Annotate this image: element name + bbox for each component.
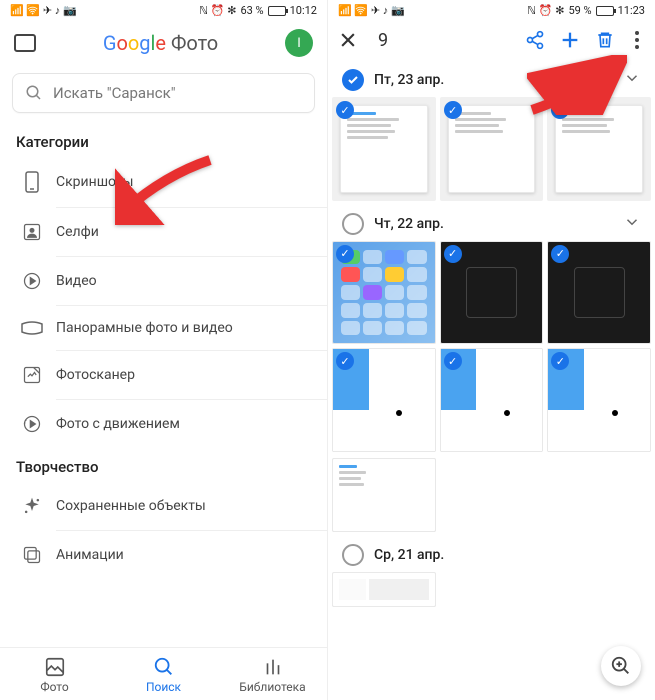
date-group-1[interactable]: Пт, 23 апр.: [328, 61, 655, 97]
library-icon: [262, 656, 284, 678]
status-bar-left: 📶 🛜 ✈ ♪ 📷 ℕ ⏰ ✻63 % 10:12: [0, 0, 327, 19]
photo-thumb[interactable]: ✓: [547, 241, 651, 345]
status-bar-right: 📶 🛜 ✈ ♪ 📷 ℕ ⏰ ✻59 % 11:23: [328, 0, 655, 19]
app-header: Google Фото I: [0, 19, 327, 67]
photo-grid-2: ✓ ✓ ✓ ✓ ✓ ✓: [328, 241, 655, 456]
chevron-down-icon[interactable]: [623, 213, 641, 235]
check-empty-icon[interactable]: [342, 213, 364, 235]
creative-saved[interactable]: Сохраненные объекты: [0, 482, 327, 530]
messages-icon[interactable]: [14, 34, 36, 52]
photo-thumb[interactable]: [332, 572, 436, 607]
add-icon[interactable]: [559, 29, 581, 51]
section-creative: Творчество: [0, 448, 327, 482]
date-group-3[interactable]: Ср, 21 апр.: [328, 536, 655, 572]
category-selfie[interactable]: Селфи: [0, 208, 327, 256]
person-icon: [18, 222, 46, 242]
zoom-fab[interactable]: [601, 646, 641, 686]
selection-header: 9: [328, 19, 655, 61]
creative-animations[interactable]: Анимации: [0, 531, 327, 579]
category-video[interactable]: Видео: [0, 257, 327, 305]
selection-count: 9: [372, 30, 511, 51]
photo-thumb[interactable]: ✓: [547, 97, 651, 201]
sparkle-icon: [18, 496, 46, 516]
bottom-nav: Фото Поиск Библиотека: [0, 647, 327, 700]
more-icon[interactable]: [629, 30, 645, 50]
photo-thumb[interactable]: ✓: [332, 348, 436, 452]
zoom-in-icon: [610, 655, 632, 677]
chevron-down-icon[interactable]: [623, 69, 641, 91]
category-panorama[interactable]: Панорамные фото и видео: [0, 306, 327, 350]
scan-icon: [18, 365, 46, 385]
search-placeholder: Искать "Саранск": [53, 84, 176, 102]
close-icon[interactable]: [338, 30, 358, 50]
search-nav-icon: [153, 656, 175, 678]
phone-icon: [18, 171, 46, 193]
photo-thumb[interactable]: ✓: [547, 348, 651, 452]
category-screenshots[interactable]: Скриншоты: [0, 157, 327, 207]
avatar[interactable]: I: [285, 29, 313, 57]
play-icon: [18, 271, 46, 291]
panorama-icon: [18, 321, 46, 335]
burst-icon: [18, 545, 46, 565]
photo-grid-3: [328, 458, 655, 536]
selection-screen: 📶 🛜 ✈ ♪ 📷 ℕ ⏰ ✻59 % 11:23 9 Пт, 23 апр. …: [328, 0, 655, 700]
section-categories: Категории: [0, 123, 327, 157]
photo-thumb[interactable]: ✓: [332, 241, 436, 345]
search-icon: [25, 84, 43, 102]
nav-library[interactable]: Библиотека: [218, 648, 327, 700]
share-icon[interactable]: [525, 30, 545, 50]
nav-photo[interactable]: Фото: [0, 648, 109, 700]
search-screen: 📶 🛜 ✈ ♪ 📷 ℕ ⏰ ✻63 % 10:12 Google Фото I …: [0, 0, 328, 700]
photo-thumb[interactable]: ✓: [440, 241, 544, 345]
date-group-2[interactable]: Чт, 22 апр.: [328, 205, 655, 241]
search-input[interactable]: Искать "Саранск": [12, 73, 315, 113]
check-icon[interactable]: [342, 69, 364, 91]
photo-icon: [44, 656, 66, 678]
photo-thumb[interactable]: ✓: [440, 348, 544, 452]
photo-grid-1: ✓ ✓ ✓: [328, 97, 655, 205]
photo-thumb[interactable]: [332, 458, 436, 532]
photo-thumb[interactable]: ✓: [332, 97, 436, 201]
check-empty-icon[interactable]: [342, 544, 364, 566]
motion-icon: [18, 414, 46, 434]
category-motion[interactable]: Фото с движением: [0, 400, 327, 448]
photo-grid-4: [328, 572, 655, 611]
app-title: Google Фото: [36, 31, 285, 55]
category-photoscan[interactable]: Фотосканер: [0, 351, 327, 399]
nav-search[interactable]: Поиск: [109, 648, 218, 700]
photo-thumb[interactable]: ✓: [440, 97, 544, 201]
trash-icon[interactable]: [595, 30, 615, 50]
